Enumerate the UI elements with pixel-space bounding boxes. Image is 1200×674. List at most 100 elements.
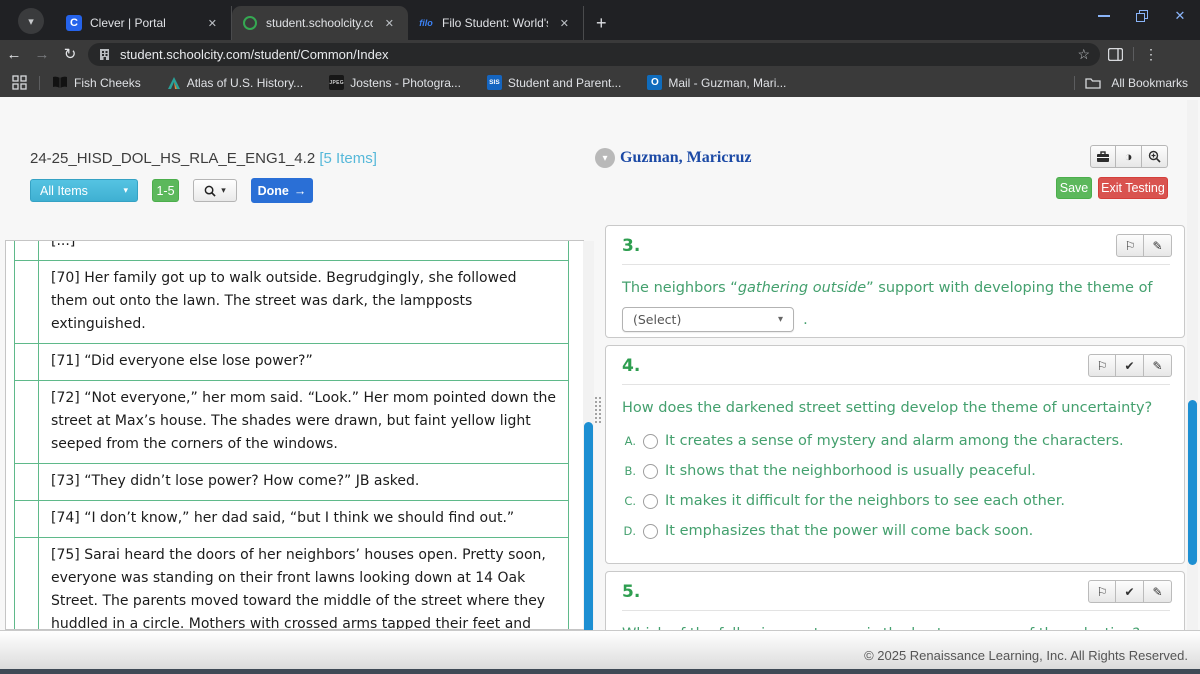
reload-icon[interactable]: ↻ xyxy=(56,45,84,63)
close-icon[interactable]: ✕ xyxy=(381,15,398,32)
passage-row: [...] xyxy=(14,241,569,261)
apps-grid-icon[interactable] xyxy=(12,75,27,90)
option-letter: C. xyxy=(624,494,636,508)
edit-icon: ✎ xyxy=(1152,584,1163,599)
tab-schoolcity-active[interactable]: student.schoolcity.com/studen ✕ xyxy=(232,6,408,40)
passage-text: [75] Sarai heard the doors of her neighb… xyxy=(38,537,569,629)
eliminate-button[interactable]: ✔ xyxy=(1116,580,1144,603)
question-text-pre: The neighbors “ xyxy=(622,280,738,296)
radio-button[interactable] xyxy=(643,433,658,449)
eliminate-button[interactable]: ✔ xyxy=(1116,354,1144,377)
bookmark-atlas-history[interactable]: Atlas of U.S. History... xyxy=(167,76,303,90)
left-scrollbar-track[interactable] xyxy=(583,241,594,674)
flag-button[interactable]: ⚐ xyxy=(1116,234,1144,257)
bookmark-mail-guzman[interactable]: O Mail - Guzman, Mari... xyxy=(647,75,786,90)
notes-button[interactable]: ✎ xyxy=(1144,354,1172,377)
tab-clever-portal[interactable]: C Clever | Portal ✕ xyxy=(56,6,232,40)
radio-button[interactable] xyxy=(643,493,658,509)
edit-icon: ✎ xyxy=(1152,358,1163,373)
close-window-button[interactable]: ✕ xyxy=(1170,6,1190,26)
question-text: Which of the following sentences is the … xyxy=(622,623,1170,630)
sentence-period: . xyxy=(803,312,808,328)
tab-filo-student[interactable]: filo Filo Student: World's Only Live ✕ xyxy=(408,6,584,40)
outlook-favicon: O xyxy=(647,75,663,90)
question-5-card: 5. ⚐ ✔ ✎ Which of the following sentence… xyxy=(605,571,1185,630)
flag-icon: ⚐ xyxy=(1096,584,1108,599)
toolkit-button[interactable] xyxy=(1090,145,1116,168)
check-icon: ✔ xyxy=(1124,358,1135,373)
student-menu[interactable]: ▾ Guzman, Maricruz xyxy=(595,148,752,168)
edit-icon: ✎ xyxy=(1152,238,1163,253)
new-tab-button[interactable]: + xyxy=(584,13,619,40)
passage-table: [...] [70] Her family got up to walk out… xyxy=(14,241,569,629)
test-name: 24-25_HISD_DOL_HS_RLA_E_ENG1_4.2 xyxy=(30,150,316,167)
search-dropdown-button[interactable]: ▾ xyxy=(193,179,237,202)
save-button[interactable]: Save xyxy=(1056,177,1092,199)
save-exit-controls: Save Exit Testing xyxy=(1056,177,1168,199)
passage-row: [71] “Did everyone else lose power?” xyxy=(14,343,569,381)
loading-ring-icon xyxy=(242,15,258,31)
passage-scroll-area[interactable]: [...] [70] Her family got up to walk out… xyxy=(14,241,569,629)
right-scrollbar-thumb[interactable] xyxy=(1188,400,1197,565)
url-text: student.schoolcity.com/student/Common/In… xyxy=(120,46,389,62)
bookmarks-right-separator xyxy=(1074,75,1076,90)
tab-title: Clever | Portal xyxy=(90,16,166,30)
bookmark-fish-cheeks[interactable]: Fish Cheeks xyxy=(52,76,141,90)
flag-button[interactable]: ⚐ xyxy=(1088,354,1116,377)
done-button[interactable]: Done → xyxy=(251,178,313,203)
answer-option-b[interactable]: B. It shows that the neighborhood is usu… xyxy=(622,463,1170,479)
menu-kebab-icon[interactable]: ⋮ xyxy=(1144,46,1158,63)
bookmark-jostens[interactable]: JPEG Jostens - Photogra... xyxy=(329,75,461,90)
passage-text: [72] “Not everyone,” her mom said. “Look… xyxy=(38,380,569,464)
notes-button[interactable]: ✎ xyxy=(1144,234,1172,257)
bookmark-student-parent[interactable]: SIS Student and Parent... xyxy=(486,75,622,90)
atlas-a-icon xyxy=(167,76,180,89)
option-text: It makes it difficult for the neighbors … xyxy=(665,493,1065,509)
contrast-button[interactable]: ◑ xyxy=(1116,145,1142,168)
items-count-badge: [5 Items] xyxy=(319,150,377,167)
passage-row: [72] “Not everyone,” her mom said. “Look… xyxy=(14,380,569,464)
restore-button[interactable] xyxy=(1132,6,1152,26)
flag-button[interactable]: ⚐ xyxy=(1088,580,1116,603)
student-chevron-icon: ▾ xyxy=(595,148,615,168)
back-icon[interactable]: ← xyxy=(0,46,28,63)
panel-splitter-handle[interactable] xyxy=(594,396,603,424)
all-items-label: All Items xyxy=(40,183,88,198)
close-icon[interactable]: ✕ xyxy=(204,15,221,32)
side-panel-icon[interactable] xyxy=(1108,47,1123,61)
site-info-icon xyxy=(100,48,109,60)
passage-text: [71] “Did everyone else lose power?” xyxy=(38,343,569,381)
address-bar[interactable]: student.schoolcity.com/student/Common/In… xyxy=(88,42,1100,66)
item-range-badge[interactable]: 1-5 xyxy=(152,179,179,202)
right-scrollbar-track[interactable] xyxy=(1187,100,1198,630)
radio-button[interactable] xyxy=(643,463,658,479)
option-letter: A. xyxy=(624,434,636,448)
search-icon xyxy=(204,185,216,197)
tab-search-button[interactable]: ▾ xyxy=(18,8,44,34)
answer-option-d[interactable]: D. It emphasizes that the power will com… xyxy=(622,523,1170,539)
all-items-dropdown[interactable]: All Items ▾ xyxy=(30,179,138,202)
bookmark-label: Jostens - Photogra... xyxy=(350,75,461,90)
caret-down-icon: ▾ xyxy=(123,185,128,195)
answer-option-a[interactable]: A. It creates a sense of mystery and ala… xyxy=(622,433,1170,449)
radio-button[interactable] xyxy=(643,523,658,539)
answer-select-dropdown[interactable]: (Select) ▾ xyxy=(622,307,794,332)
notes-button[interactable]: ✎ xyxy=(1144,580,1172,603)
bookmark-label: Student and Parent... xyxy=(507,75,622,90)
close-icon[interactable]: ✕ xyxy=(556,15,573,32)
student-name: Guzman, Maricruz xyxy=(620,149,752,166)
zoom-button[interactable] xyxy=(1142,145,1168,168)
forward-icon[interactable]: → xyxy=(28,46,56,63)
bookmark-label: Mail - Guzman, Mari... xyxy=(668,75,787,90)
briefcase-icon xyxy=(1097,150,1109,162)
arrow-right-icon: → xyxy=(293,183,307,198)
bookmark-star-icon[interactable]: ☆ xyxy=(1077,46,1090,63)
toolbar-right: ⋮ xyxy=(1108,46,1158,63)
minimize-button[interactable] xyxy=(1094,6,1114,26)
question-column: 3. ⚐ ✎ The neighbors “gathering outside”… xyxy=(605,225,1185,630)
option-text: It shows that the neighborhood is usuall… xyxy=(665,463,1036,479)
all-bookmarks[interactable]: All Bookmarks xyxy=(1074,75,1188,90)
exit-testing-button[interactable]: Exit Testing xyxy=(1098,177,1168,199)
passage-row: [74] “I don’t know,” her dad said, “but … xyxy=(14,500,569,538)
answer-option-c[interactable]: C. It makes it difficult for the neighbo… xyxy=(622,493,1170,509)
